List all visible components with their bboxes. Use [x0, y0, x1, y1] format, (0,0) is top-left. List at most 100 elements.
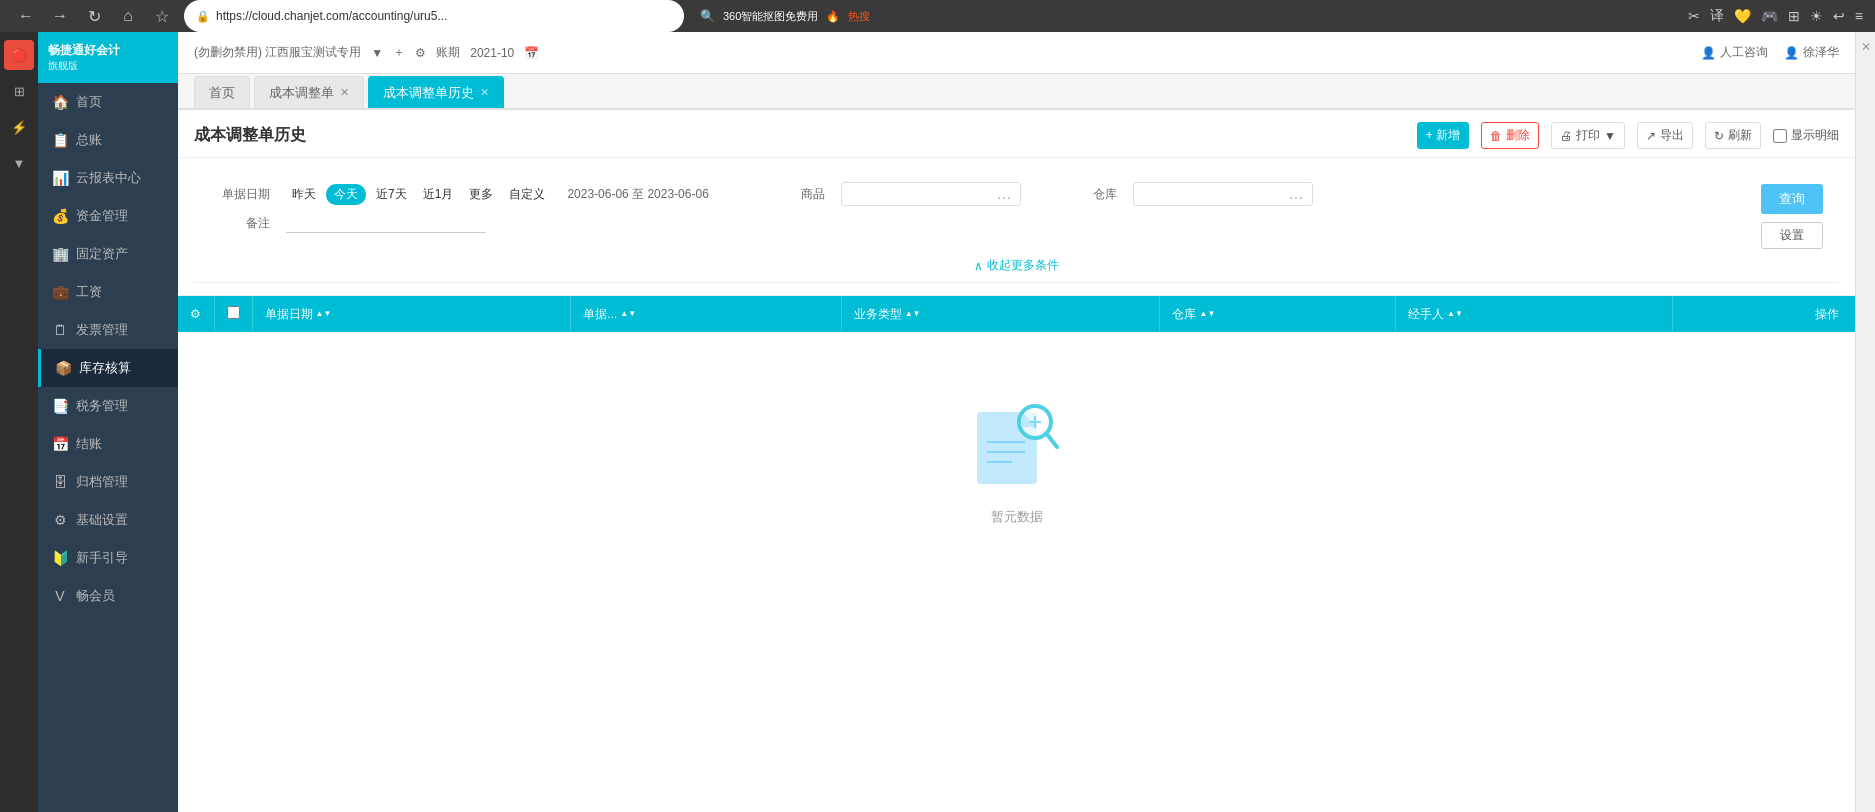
grid-icon: ⊞: [1788, 8, 1800, 24]
th-warehouse[interactable]: 仓库 ▲▼: [1160, 296, 1396, 332]
th-checkbox[interactable]: [214, 296, 252, 332]
query-button[interactable]: 查询: [1761, 184, 1823, 214]
warehouse-dropdown[interactable]: ...: [1133, 182, 1313, 206]
sidebar-icon-guide: 🔰: [52, 550, 68, 566]
sort-arrows-number: ▲▼: [620, 310, 636, 318]
calendar-icon[interactable]: 📅: [524, 46, 539, 60]
forward-button[interactable]: →: [46, 2, 74, 30]
date-btn-近7天[interactable]: 近7天: [370, 184, 413, 205]
sidebar-label-assets: 固定资产: [76, 245, 128, 263]
page-area: 成本调整单历史 + 新增 🗑 删除 🖨 打印 ▼ ↗ 导出: [178, 110, 1855, 812]
home-browser-button[interactable]: ⌂: [114, 2, 142, 30]
add-icon[interactable]: ＋: [393, 44, 405, 61]
game-icon: 🎮: [1761, 8, 1778, 24]
show-cols-label[interactable]: 显示明细: [1773, 127, 1839, 144]
refresh-button[interactable]: ↻ 刷新: [1705, 122, 1761, 149]
print-button[interactable]: 🖨 打印 ▼: [1551, 122, 1625, 149]
th-operator-sort[interactable]: 经手人 ▲▼: [1408, 306, 1660, 323]
sidebar-icon-settings: ⚙: [52, 512, 68, 528]
filter-main: 单据日期 昨天今天近7天近1月更多自定义 2023-06-06 至 2023-0…: [194, 170, 1839, 249]
sidebar-item-finance[interactable]: 💰 资金管理: [38, 197, 178, 235]
translate-icon: 译: [1710, 7, 1724, 25]
sidebar-item-inventory[interactable]: 📦 库存核算: [38, 349, 178, 387]
select-all-checkbox[interactable]: [227, 306, 240, 319]
collapse-button[interactable]: ∧ 收起更多条件: [974, 257, 1059, 274]
star-button[interactable]: ☆: [148, 2, 176, 30]
tab-home[interactable]: 首页: [194, 76, 250, 108]
date-range-text: 2023-06-06 至 2023-06-06: [567, 186, 708, 203]
refresh-browser-button[interactable]: ↻: [80, 2, 108, 30]
sidebar-item-archive[interactable]: 🗄 归档管理: [38, 463, 178, 501]
sidebar-item-reports[interactable]: 📊 云报表中心: [38, 159, 178, 197]
settings-icon-top[interactable]: ⚙: [415, 46, 426, 60]
tab-close-cost-adjust-history[interactable]: ✕: [480, 86, 489, 99]
tab-cost-adjust-history[interactable]: 成本调整单历史✕: [368, 76, 504, 108]
th-biz-type-sort[interactable]: 业务类型 ▲▼: [854, 306, 1148, 323]
table-header-row: ⚙ 单据日期 ▲▼: [178, 296, 1855, 332]
period-value: 2021-10: [470, 46, 514, 60]
sidebar-item-ledger[interactable]: 📋 总账: [38, 121, 178, 159]
sidebar-item-home[interactable]: 🏠 首页: [38, 83, 178, 121]
left-icon-active[interactable]: 🔴: [4, 40, 34, 70]
th-date-sort[interactable]: 单据日期 ▲▼: [265, 306, 559, 323]
new-button[interactable]: + 新增: [1417, 122, 1469, 149]
th-settings[interactable]: ⚙: [178, 296, 214, 332]
tab-cost-adjust[interactable]: 成本调整单✕: [254, 76, 364, 108]
th-date[interactable]: 单据日期 ▲▼: [252, 296, 571, 332]
dropdown-icon[interactable]: ▼: [371, 46, 383, 60]
goods-dropdown[interactable]: ...: [841, 182, 1021, 206]
sidebar-label-guide: 新手引导: [76, 549, 128, 567]
filter-fields: 单据日期 昨天今天近7天近1月更多自定义 2023-06-06 至 2023-0…: [210, 182, 1745, 233]
refresh-icon: ↻: [1714, 129, 1724, 143]
left-icon-1[interactable]: ⊞: [4, 76, 34, 106]
th-biz-type[interactable]: 业务类型 ▲▼: [841, 296, 1160, 332]
export-button[interactable]: ↗ 导出: [1637, 122, 1693, 149]
browser-nav-buttons[interactable]: ← → ↻ ⌂ ☆: [12, 2, 176, 30]
tab-close-cost-adjust[interactable]: ✕: [340, 86, 349, 99]
date-btn-昨天[interactable]: 昨天: [286, 184, 322, 205]
search-text: 360智能抠图免费用: [723, 9, 818, 24]
user-btn[interactable]: 👤 徐泽华: [1784, 44, 1839, 61]
lock-icon: 🔒: [196, 10, 210, 23]
sidebar-icon-invoice: 🗒: [52, 322, 68, 338]
sidebar-item-guide[interactable]: 🔰 新手引导: [38, 539, 178, 577]
sidebar-item-period-close[interactable]: 📅 结账: [38, 425, 178, 463]
date-btn-自定义[interactable]: 自定义: [503, 184, 551, 205]
left-icon-2[interactable]: ⚡: [4, 112, 34, 142]
sidebar-icon-ledger: 📋: [52, 132, 68, 148]
filter-settings-button[interactable]: 设置: [1761, 222, 1823, 249]
th-warehouse-sort[interactable]: 仓库 ▲▼: [1172, 306, 1383, 323]
sidebar-icon-payroll: 💼: [52, 284, 68, 300]
sidebar-icon-reports: 📊: [52, 170, 68, 186]
th-operator[interactable]: 经手人 ▲▼: [1396, 296, 1673, 332]
top-bar: (勿删勿禁用) 江西服宝测试专用 ▼ ＋ ⚙ 账期 2021-10 📅 👤 人工…: [178, 32, 1855, 74]
sort-arrows-operator: ▲▼: [1447, 310, 1463, 318]
svg-line-6: [1046, 433, 1057, 447]
filter-row-notes: 备注: [210, 214, 1745, 233]
sidebar-item-member[interactable]: V 畅会员: [38, 577, 178, 615]
sidebar-item-settings[interactable]: ⚙ 基础设置: [38, 501, 178, 539]
close-panel-icon[interactable]: ✕: [1861, 40, 1871, 54]
date-btn-更多[interactable]: 更多: [463, 184, 499, 205]
scissors-icon: ✂: [1688, 8, 1700, 24]
sidebar-item-payroll[interactable]: 💼 工资: [38, 273, 178, 311]
address-bar[interactable]: 🔒 https://cloud.chanjet.com/accounting/u…: [184, 0, 684, 32]
show-cols-checkbox[interactable]: [1773, 129, 1787, 143]
th-number-sort[interactable]: 单据... ▲▼: [583, 306, 828, 323]
date-btn-近1月[interactable]: 近1月: [417, 184, 460, 205]
left-icon-3[interactable]: ▼: [4, 148, 34, 178]
sidebar-item-assets[interactable]: 🏢 固定资产: [38, 235, 178, 273]
notes-input[interactable]: [286, 214, 486, 233]
filter-date-btns: 昨天今天近7天近1月更多自定义: [286, 184, 551, 205]
delete-button[interactable]: 🗑 删除: [1481, 122, 1539, 149]
date-btn-今天[interactable]: 今天: [326, 184, 366, 205]
filter-area: 单据日期 昨天今天近7天近1月更多自定义 2023-06-06 至 2023-0…: [178, 158, 1855, 296]
hot-text: 热搜: [848, 9, 870, 24]
th-number[interactable]: 单据... ▲▼: [571, 296, 841, 332]
sidebar-item-tax[interactable]: 📑 税务管理: [38, 387, 178, 425]
sidebar-item-invoice[interactable]: 🗒 发票管理: [38, 311, 178, 349]
sidebar-icon-home: 🏠: [52, 94, 68, 110]
top-bar-right: 👤 人工咨询 👤 徐泽华: [1701, 44, 1839, 61]
back-button[interactable]: ←: [12, 2, 40, 30]
service-btn[interactable]: 👤 人工咨询: [1701, 44, 1768, 61]
